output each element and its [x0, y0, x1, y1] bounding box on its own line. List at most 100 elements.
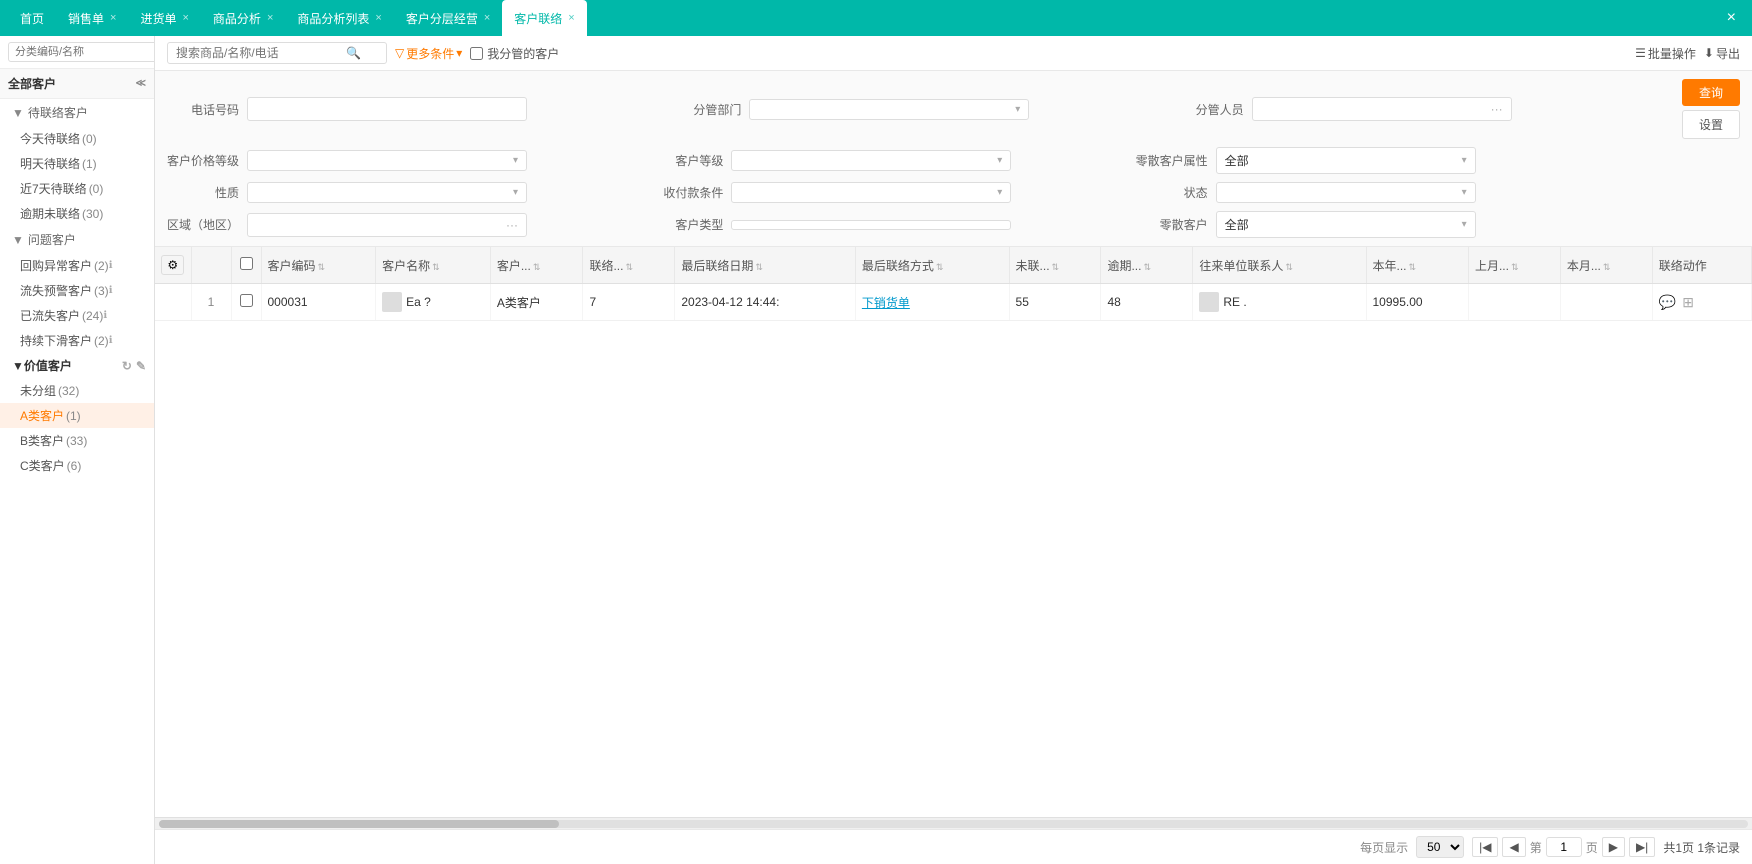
- last-contact-method-link[interactable]: 下销货单: [862, 296, 910, 310]
- td-this-year: 10995.00: [1366, 284, 1468, 321]
- sidebar-value-customers-group[interactable]: ▼ 价值客户 ↻ ✎: [0, 353, 154, 378]
- status-select[interactable]: ▾: [1216, 182, 1476, 203]
- customer-avatar: [382, 292, 402, 312]
- nav-customer-contact[interactable]: 客户联络 ×: [502, 0, 586, 36]
- toolbar-filter-btn[interactable]: ▽ 更多条件 ▾: [395, 45, 462, 62]
- unit-contact-text: RE .: [1223, 295, 1246, 309]
- sidebar-item-today[interactable]: 今天待联络(0): [0, 126, 154, 151]
- churned-info-icon[interactable]: ℹ: [103, 310, 107, 321]
- sidebar-item-class-a[interactable]: A类客户(1): [0, 403, 154, 428]
- sidebar-item-class-c[interactable]: C类客户(6): [0, 453, 154, 478]
- scrollbar-thumb[interactable]: [159, 820, 559, 828]
- region-select[interactable]: ···: [247, 213, 527, 237]
- declining-info-icon[interactable]: ℹ: [109, 335, 113, 346]
- th-unit-contact[interactable]: 往来单位联系人⇅: [1193, 247, 1366, 284]
- nav-product-analysis[interactable]: 商品分析 ×: [201, 0, 285, 36]
- payment-select[interactable]: ▾: [731, 182, 1011, 203]
- th-name[interactable]: 客户名称⇅: [376, 247, 491, 284]
- td-check: [231, 284, 261, 321]
- td-last-contact-method: 下销货单: [855, 284, 1009, 321]
- chat-action-icon[interactable]: 💬: [1659, 294, 1676, 311]
- unit-contact-avatar: [1199, 292, 1219, 312]
- sidebar-item-tomorrow[interactable]: 明天待联络(1): [0, 151, 154, 176]
- table-row: 1 000031 Ea ? A类客户 7 2: [155, 284, 1752, 321]
- th-code[interactable]: 客户编码⇅: [261, 247, 376, 284]
- export-btn[interactable]: ⬇ 导出: [1704, 45, 1740, 62]
- row-checkbox[interactable]: [240, 294, 253, 307]
- next-page-btn[interactable]: ▶: [1602, 837, 1625, 857]
- sidebar-item-declining[interactable]: 持续下滑客户(2) ℹ: [0, 328, 154, 353]
- first-page-btn[interactable]: |◀: [1472, 837, 1498, 857]
- nature-select[interactable]: ▾: [247, 182, 527, 203]
- th-no-contact[interactable]: 未联...⇅: [1009, 247, 1101, 284]
- td-this-month: [1560, 284, 1652, 321]
- retail-attr-select[interactable]: 全部 ▾: [1216, 147, 1476, 174]
- query-button[interactable]: 查询: [1682, 79, 1740, 106]
- window-close-button[interactable]: ×: [1719, 9, 1744, 27]
- phone-input[interactable]: [247, 97, 527, 121]
- batch-op-btn[interactable]: ☰ 批量操作: [1635, 45, 1696, 62]
- nav-sales[interactable]: 销售单 ×: [56, 0, 128, 36]
- sidebar-search-input[interactable]: [8, 42, 155, 62]
- retail-customer-select[interactable]: 全部 ▾: [1216, 211, 1476, 238]
- th-category[interactable]: 客户...⇅: [490, 247, 583, 284]
- prev-page-btn[interactable]: ◀: [1502, 837, 1525, 857]
- my-customers-checkbox[interactable]: [470, 47, 483, 60]
- dept-select[interactable]: ▾: [749, 99, 1029, 120]
- nav-product-list-close[interactable]: ×: [375, 12, 381, 24]
- td-category: A类客户: [490, 284, 583, 321]
- gear-button[interactable]: ⚙: [161, 255, 184, 275]
- customer-grade-select[interactable]: ▾: [731, 150, 1011, 171]
- churn-warning-info-icon[interactable]: ℹ: [109, 285, 113, 296]
- nav-home[interactable]: 首页: [8, 0, 56, 36]
- filter-arrow-icon: ▾: [456, 46, 462, 60]
- my-customers-checkbox-container[interactable]: 我分管的客户: [470, 45, 559, 62]
- toolbar-search-icon[interactable]: 🔍: [346, 46, 361, 60]
- per-page-select[interactable]: 50: [1416, 836, 1464, 858]
- th-this-month[interactable]: 本月...⇅: [1560, 247, 1652, 284]
- nav-sales-close[interactable]: ×: [110, 12, 116, 24]
- sidebar-problem-customers-group[interactable]: ▼ 问题客户: [0, 226, 154, 253]
- payment-arrow-icon: ▾: [997, 187, 1002, 198]
- sidebar-item-unclassified[interactable]: 未分组(32): [0, 378, 154, 403]
- nav-customer-tier[interactable]: 客户分层经营 ×: [394, 0, 502, 36]
- th-overdue[interactable]: 逾期...⇅: [1101, 247, 1193, 284]
- nav-purchase[interactable]: 进货单 ×: [128, 0, 200, 36]
- page-number-input[interactable]: [1546, 837, 1582, 857]
- nav-customer-contact-close[interactable]: ×: [568, 12, 574, 24]
- price-grade-select[interactable]: ▾: [247, 150, 527, 171]
- settings-button[interactable]: 设置: [1682, 110, 1740, 139]
- sidebar-item-churn-warning[interactable]: 流失预警客户(3) ℹ: [0, 278, 154, 303]
- sidebar-item-class-b[interactable]: B类客户(33): [0, 428, 154, 453]
- horizontal-scrollbar[interactable]: [155, 817, 1752, 829]
- top-nav: 首页 销售单 × 进货单 × 商品分析 × 商品分析列表 × 客户分层经营 × …: [0, 0, 1752, 36]
- th-this-year[interactable]: 本年...⇅: [1366, 247, 1468, 284]
- last-page-btn[interactable]: ▶|: [1629, 837, 1655, 857]
- sidebar-item-7days[interactable]: 近7天待联络(0): [0, 176, 154, 201]
- sidebar-item-churned[interactable]: 已流失客户(24) ℹ: [0, 303, 154, 328]
- nav-product-list[interactable]: 商品分析列表 ×: [285, 0, 393, 36]
- sidebar-all-customers-header[interactable]: 全部客户 ≪: [0, 69, 154, 99]
- sidebar-item-abnormal-repurchase[interactable]: 回购异常客户(2) ℹ: [0, 253, 154, 278]
- select-all-checkbox[interactable]: [240, 257, 253, 270]
- page-label: 第: [1530, 839, 1542, 856]
- qr-action-icon[interactable]: ⊞: [1682, 294, 1694, 311]
- customer-type-select[interactable]: [731, 220, 1011, 230]
- sidebar-pending-contact-group[interactable]: ▼ 待联络客户: [0, 99, 154, 126]
- sidebar-item-overdue[interactable]: 逾期未联络(30): [0, 201, 154, 226]
- sidebar: 🔍 全部客户 ≪ ▼ 待联络客户 今天待联络(0) 明天待联络(1) 近7天待联…: [0, 36, 155, 864]
- toolbar-search-input[interactable]: [176, 46, 346, 60]
- person-input[interactable]: ···: [1252, 97, 1512, 121]
- nav-customer-tier-close[interactable]: ×: [484, 12, 490, 24]
- th-contact[interactable]: 联络...⇅: [583, 247, 675, 284]
- refresh-icon[interactable]: ↻: [122, 359, 132, 373]
- edit-icon[interactable]: ✎: [136, 359, 146, 373]
- toolbar: 🔍 ▽ 更多条件 ▾ 我分管的客户 ☰ 批量操作 ⬇ 导出: [155, 36, 1752, 71]
- th-last-contact-date[interactable]: 最后联络日期⇅: [675, 247, 856, 284]
- th-last-contact-method[interactable]: 最后联络方式⇅: [855, 247, 1009, 284]
- nav-product-analysis-close[interactable]: ×: [267, 12, 273, 24]
- abnormal-info-icon[interactable]: ℹ: [109, 260, 113, 271]
- th-check: [231, 247, 261, 284]
- th-last-month[interactable]: 上月...⇅: [1468, 247, 1560, 284]
- nav-purchase-close[interactable]: ×: [182, 12, 188, 24]
